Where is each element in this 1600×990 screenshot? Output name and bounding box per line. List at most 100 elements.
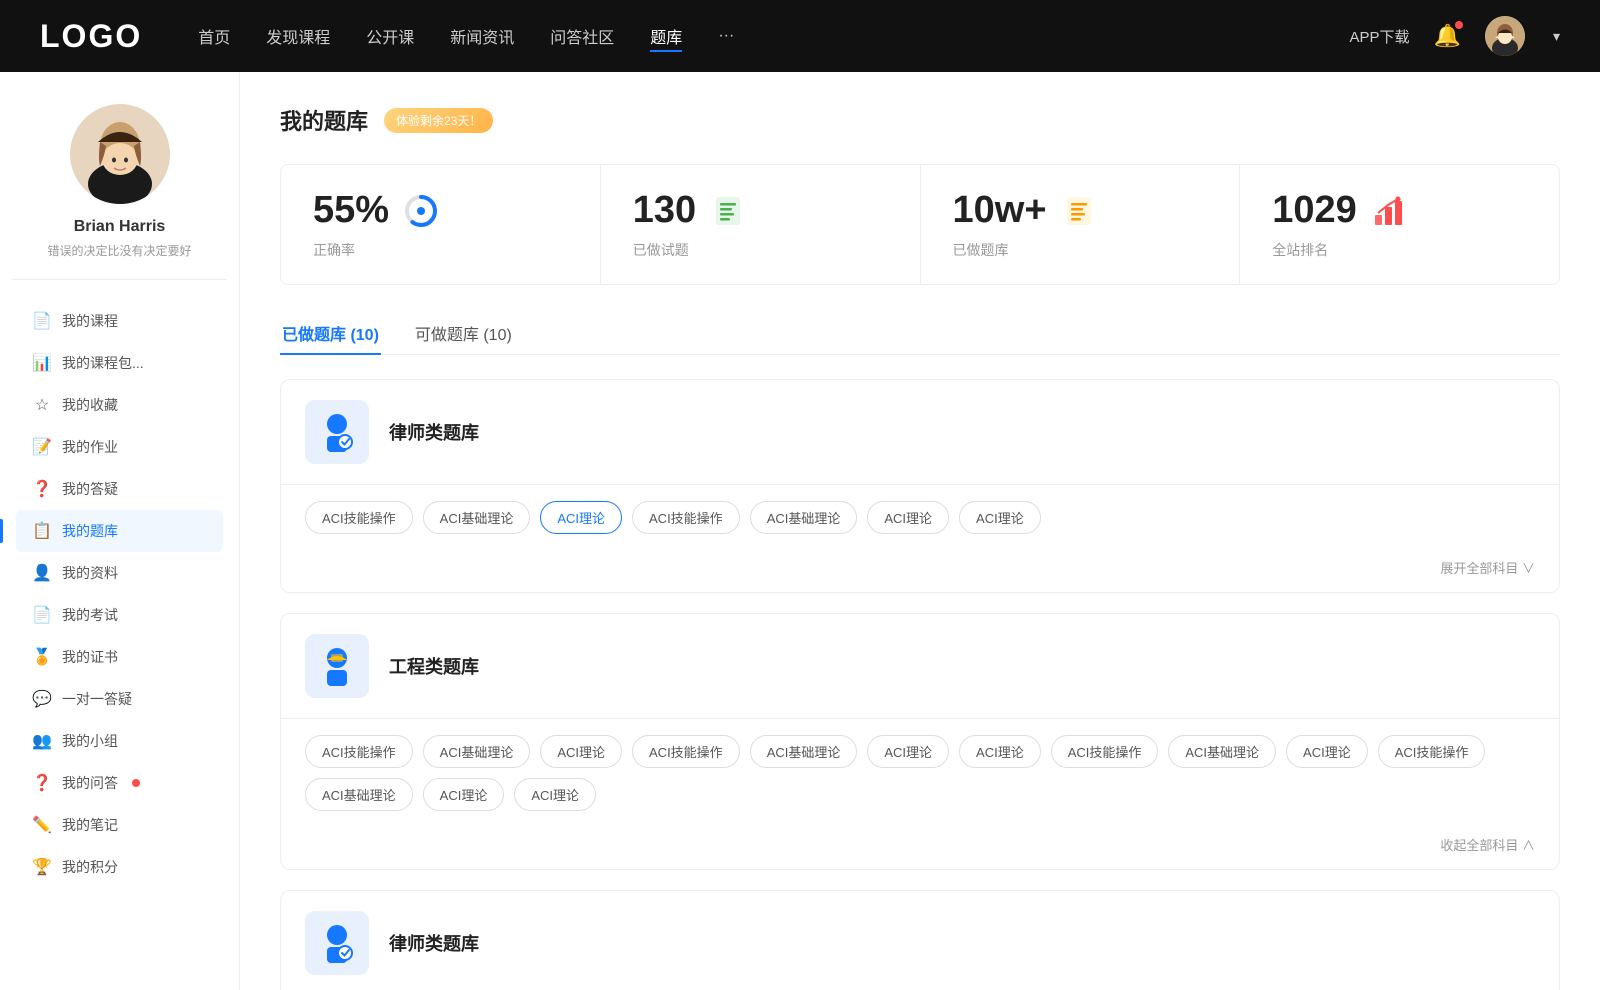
- sidebar-item-certificate[interactable]: 🏅 我的证书: [16, 636, 223, 678]
- notification-bell[interactable]: 🔔: [1434, 23, 1461, 49]
- nav-home[interactable]: 首页: [198, 20, 230, 52]
- tabs: 已做题库 (10) 可做题库 (10): [280, 313, 1560, 355]
- eng-tag-3[interactable]: ACI理论: [540, 735, 622, 768]
- sidebar-item-label: 我的问答: [62, 773, 118, 793]
- accuracy-label: 正确率: [313, 240, 568, 260]
- accuracy-value: 55%: [313, 189, 389, 232]
- sidebar-item-questionbank[interactable]: 📋 我的题库: [16, 510, 223, 552]
- course-package-icon: 📊: [32, 353, 52, 373]
- eng-tag-11[interactable]: ACI技能操作: [1378, 735, 1486, 768]
- group-icon: 👥: [32, 731, 52, 751]
- sidebar-item-label: 我的答疑: [62, 479, 118, 499]
- sidebar-item-label: 我的笔记: [62, 815, 118, 835]
- tag-3-active[interactable]: ACI理论: [540, 501, 622, 534]
- done-banks-icon: [1061, 193, 1097, 229]
- sidebar: Brian Harris 错误的决定比没有决定要好 📄 我的课程 📊 我的课程包…: [0, 72, 240, 990]
- tag-7[interactable]: ACI理论: [959, 501, 1041, 534]
- navbar: LOGO 首页 发现课程 公开课 新闻资讯 问答社区 题库 ··· APP下载 …: [0, 0, 1600, 72]
- nav-questionbank[interactable]: 题库: [650, 20, 682, 52]
- tag-5[interactable]: ACI基础理论: [750, 501, 858, 534]
- sidebar-item-points[interactable]: 🏆 我的积分: [16, 846, 223, 888]
- points-icon: 🏆: [32, 857, 52, 877]
- profile-icon: 👤: [32, 563, 52, 583]
- eng-tag-9[interactable]: ACI基础理论: [1168, 735, 1276, 768]
- done-questions-label: 已做试题: [633, 240, 888, 260]
- page-header: 我的题库 体验剩余23天！: [280, 104, 1560, 136]
- user-avatar[interactable]: [1485, 16, 1525, 56]
- sidebar-motto: 错误的决定比没有决定要好: [27, 242, 211, 259]
- sidebar-item-exam[interactable]: 📄 我的考试: [16, 594, 223, 636]
- stat-top: 55%: [313, 189, 568, 232]
- qa-notification-dot: [132, 779, 140, 787]
- eng-tag-7[interactable]: ACI理论: [959, 735, 1041, 768]
- bank-card-lawyer-2: 律师类题库 ACI技能操作 ACI基础理论 ACI理论 ACI技能操作 ACI基…: [280, 890, 1560, 990]
- user-menu-chevron[interactable]: ▾: [1553, 28, 1560, 45]
- accuracy-icon: [403, 193, 439, 229]
- eng-tag-8[interactable]: ACI技能操作: [1051, 735, 1159, 768]
- nav-news[interactable]: 新闻资讯: [450, 20, 514, 52]
- sidebar-item-group[interactable]: 👥 我的小组: [16, 720, 223, 762]
- nav-qa[interactable]: 问答社区: [550, 20, 614, 52]
- bank-card-footer: 展开全部科目 ∨: [281, 550, 1559, 592]
- sidebar-item-my-qa[interactable]: ❓ 我的问答: [16, 762, 223, 804]
- certificate-icon: 🏅: [32, 647, 52, 667]
- collapse-button[interactable]: 收起全部科目 ∧: [1440, 838, 1535, 853]
- sidebar-item-questions[interactable]: ❓ 我的答疑: [16, 468, 223, 510]
- eng-tag-14[interactable]: ACI理论: [514, 778, 596, 811]
- sidebar-item-my-course[interactable]: 📄 我的课程: [16, 300, 223, 342]
- done-questions-value: 130: [633, 189, 696, 232]
- eng-tag-12[interactable]: ACI基础理论: [305, 778, 413, 811]
- done-banks-value: 10w+: [953, 189, 1047, 232]
- sidebar-item-tutor[interactable]: 💬 一对一答疑: [16, 678, 223, 720]
- site-rank-label: 全站排名: [1272, 240, 1527, 260]
- avatar-image: [1485, 16, 1525, 56]
- engineer-bank-title: 工程类题库: [389, 653, 479, 679]
- nav-opencourse[interactable]: 公开课: [366, 20, 414, 52]
- eng-tag-5[interactable]: ACI基础理论: [750, 735, 858, 768]
- lawyer-icon: [305, 400, 369, 464]
- stat-site-rank: 1029 全站排名: [1240, 165, 1559, 284]
- stats-row: 55% 正确率 130: [280, 164, 1560, 285]
- trial-badge: 体验剩余23天！: [384, 108, 493, 133]
- tag-2[interactable]: ACI基础理论: [423, 501, 531, 534]
- my-qa-icon: ❓: [32, 773, 52, 793]
- eng-tag-2[interactable]: ACI基础理论: [423, 735, 531, 768]
- sidebar-item-profile[interactable]: 👤 我的资料: [16, 552, 223, 594]
- tag-4[interactable]: ACI技能操作: [632, 501, 740, 534]
- tag-1[interactable]: ACI技能操作: [305, 501, 413, 534]
- stat-done-banks: 10w+ 已做题库: [921, 165, 1241, 284]
- stat-top: 10w+: [953, 189, 1208, 232]
- tab-available-banks[interactable]: 可做题库 (10): [413, 313, 514, 355]
- notification-dot: [1455, 21, 1463, 29]
- sidebar-item-label: 一对一答疑: [62, 689, 132, 709]
- sidebar-item-favorites[interactable]: ☆ 我的收藏: [16, 384, 223, 426]
- sidebar-item-notes[interactable]: ✏️ 我的笔记: [16, 804, 223, 846]
- tab-done-banks[interactable]: 已做题库 (10): [280, 313, 381, 355]
- lawyer2-icon: [305, 911, 369, 975]
- sidebar-item-course-package[interactable]: 📊 我的课程包...: [16, 342, 223, 384]
- bank-card-footer: 收起全部科目 ∧: [281, 827, 1559, 869]
- eng-tag-1[interactable]: ACI技能操作: [305, 735, 413, 768]
- nav-discover[interactable]: 发现课程: [266, 20, 330, 52]
- expand-button[interactable]: 展开全部科目 ∨: [1440, 561, 1535, 576]
- eng-tag-4[interactable]: ACI技能操作: [632, 735, 740, 768]
- bank-card-header: 律师类题库: [281, 891, 1559, 990]
- sidebar-item-label: 我的题库: [62, 521, 118, 541]
- sidebar-item-label: 我的小组: [62, 731, 118, 751]
- app-download-button[interactable]: APP下载: [1350, 26, 1410, 47]
- exam-icon: 📄: [32, 605, 52, 625]
- site-rank-value: 1029: [1272, 189, 1357, 232]
- tag-6[interactable]: ACI理论: [867, 501, 949, 534]
- eng-tag-13[interactable]: ACI理论: [423, 778, 505, 811]
- done-banks-label: 已做题库: [953, 240, 1208, 260]
- bank-card-engineer: 工程类题库 ACI技能操作 ACI基础理论 ACI理论 ACI技能操作 ACI基…: [280, 613, 1560, 870]
- nav-more[interactable]: ···: [718, 23, 734, 49]
- lawyer2-bank-title: 律师类题库: [389, 930, 479, 956]
- eng-tag-10[interactable]: ACI理论: [1286, 735, 1368, 768]
- course-icon: 📄: [32, 311, 52, 331]
- sidebar-avatar-image: [70, 104, 170, 204]
- sidebar-avatar: [70, 104, 170, 204]
- eng-tag-6[interactable]: ACI理论: [867, 735, 949, 768]
- main-content: 我的题库 体验剩余23天！ 55% 正确率: [240, 72, 1600, 990]
- sidebar-item-homework[interactable]: 📝 我的作业: [16, 426, 223, 468]
